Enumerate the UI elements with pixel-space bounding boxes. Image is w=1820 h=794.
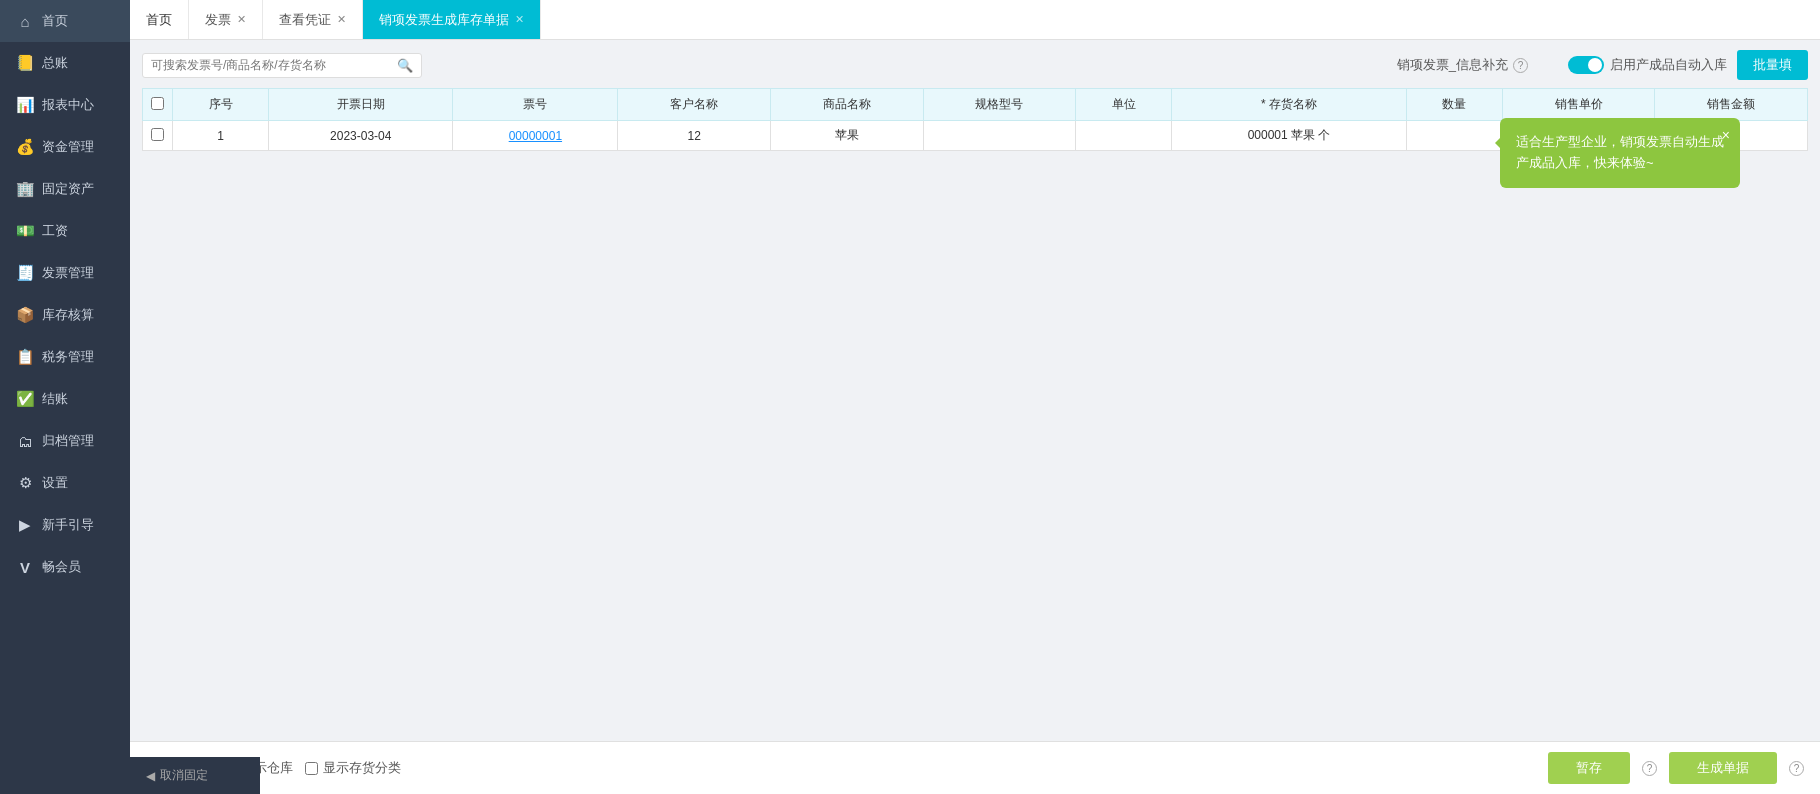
show-category-checkbox[interactable]: [305, 762, 318, 775]
tab-voucher[interactable]: 查看凭证 ✕: [263, 0, 363, 39]
sidebar-item-capital[interactable]: 💰 资金管理: [0, 126, 130, 168]
reports-icon: 📊: [16, 96, 34, 114]
search-icon: 🔍: [397, 58, 413, 73]
search-input[interactable]: [151, 58, 391, 72]
toolbar: 🔍 销项发票_信息补充 ? 启用产成品自动入库 批量填: [142, 50, 1808, 80]
header-checkbox-cell: [143, 89, 173, 121]
guide-icon: ▶: [16, 516, 34, 534]
sidebar-item-tax[interactable]: 📋 税务管理: [0, 336, 130, 378]
archive-icon: 🗂: [16, 433, 34, 450]
close-stock-tab-icon[interactable]: ✕: [515, 13, 524, 26]
sidebar-item-label: 首页: [42, 12, 68, 30]
tooltip-text: 适合生产型企业，销项发票自动生成产成品入库，快来体验~: [1516, 134, 1724, 170]
sidebar-item-settlement[interactable]: ✅ 结账: [0, 378, 130, 420]
cell-product: 苹果: [771, 121, 924, 151]
cancel-pin-button[interactable]: ◀ 取消固定: [130, 757, 260, 794]
bottom-bar: 列表配置： 显示仓库 显示存货分类 暂存 ? 生成单据 ?: [130, 741, 1820, 794]
cell-inventory: 000001 苹果 个: [1172, 121, 1406, 151]
tooltip-popup: × 适合生产型企业，销项发票自动生成产成品入库，快来体验~: [1500, 118, 1740, 188]
tab-bar: 首页 发票 ✕ 查看凭证 ✕ 销项发票生成库存单据 ✕: [130, 0, 1820, 40]
header-customer: 客户名称: [618, 89, 771, 121]
header-inventory: * 存货名称: [1172, 89, 1406, 121]
generate-info-icon[interactable]: ?: [1789, 761, 1804, 776]
invoice-icon: 🧾: [16, 264, 34, 282]
sidebar-item-label: 工资: [42, 222, 68, 240]
close-invoice-tab-icon[interactable]: ✕: [237, 13, 246, 26]
sidebar-item-label: 税务管理: [42, 348, 94, 366]
save-button[interactable]: 暂存: [1548, 752, 1630, 784]
cancel-pin-icon: ◀: [146, 769, 155, 783]
cell-spec: [923, 121, 1076, 151]
header-seq: 序号: [173, 89, 269, 121]
sidebar-item-label: 归档管理: [42, 432, 94, 450]
search-container: 🔍: [142, 53, 422, 78]
sidebar-item-reports[interactable]: 📊 报表中心: [0, 84, 130, 126]
cell-qty: [1406, 121, 1502, 151]
member-icon: V: [16, 559, 34, 576]
sidebar-item-invoice[interactable]: 🧾 发票管理: [0, 252, 130, 294]
sidebar-item-label: 设置: [42, 474, 68, 492]
sidebar: ⌂ 首页 📒 总账 📊 报表中心 💰 资金管理 🏢 固定资产 💵 工资 🧾 发票…: [0, 0, 130, 794]
header-unit: 单位: [1076, 89, 1172, 121]
generate-button[interactable]: 生成单据: [1669, 752, 1777, 784]
sidebar-item-home[interactable]: ⌂ 首页: [0, 0, 130, 42]
sidebar-item-payroll[interactable]: 💵 工资: [0, 210, 130, 252]
sidebar-item-guide[interactable]: ▶ 新手引导: [0, 504, 130, 546]
auto-warehouse-toggle[interactable]: [1568, 56, 1604, 74]
sidebar-item-label: 报表中心: [42, 96, 94, 114]
cell-unit: [1076, 121, 1172, 151]
toggle-area: 启用产成品自动入库: [1568, 56, 1727, 74]
tab-home[interactable]: 首页: [130, 0, 189, 39]
header-product: 商品名称: [771, 89, 924, 121]
tooltip-close-icon[interactable]: ×: [1722, 124, 1730, 146]
header-qty: 数量: [1406, 89, 1502, 121]
tax-icon: 📋: [16, 348, 34, 366]
sidebar-item-assets[interactable]: 🏢 固定资产: [0, 168, 130, 210]
row-checkbox-cell: [143, 121, 173, 151]
assets-icon: 🏢: [16, 180, 34, 198]
cell-seq: 1: [173, 121, 269, 151]
close-voucher-tab-icon[interactable]: ✕: [337, 13, 346, 26]
home-icon: ⌂: [16, 13, 34, 30]
main-area: 首页 发票 ✕ 查看凭证 ✕ 销项发票生成库存单据 ✕ 🔍 销项发票_信息补充 …: [130, 0, 1820, 794]
ledger-icon: 📒: [16, 54, 34, 72]
cell-customer: 12: [618, 121, 771, 151]
sidebar-item-member[interactable]: V 畅会员: [0, 546, 130, 588]
cell-ticket-no[interactable]: 00000001: [453, 121, 618, 151]
sidebar-item-label: 总账: [42, 54, 68, 72]
sidebar-item-label: 结账: [42, 390, 68, 408]
batch-fill-button[interactable]: 批量填: [1737, 50, 1808, 80]
sidebar-item-label: 固定资产: [42, 180, 94, 198]
header-spec: 规格型号: [923, 89, 1076, 121]
table-header: 序号 开票日期 票号 客户名称 商品名称 规格型号 单位 * 存货名称 数量 销…: [143, 89, 1808, 121]
row-checkbox[interactable]: [151, 128, 164, 141]
sidebar-item-label: 畅会员: [42, 558, 81, 576]
header-unit-price: 销售单价: [1502, 89, 1655, 121]
header-ticket-no: 票号: [453, 89, 618, 121]
show-category-label[interactable]: 显示存货分类: [305, 759, 401, 777]
cell-date: 2023-03-04: [269, 121, 453, 151]
sidebar-item-label: 新手引导: [42, 516, 94, 534]
sidebar-item-ledger[interactable]: 📒 总账: [0, 42, 130, 84]
header-date: 开票日期: [269, 89, 453, 121]
tab-invoice[interactable]: 发票 ✕: [189, 0, 263, 39]
settings-icon: ⚙: [16, 474, 34, 492]
info-icon[interactable]: ?: [1513, 58, 1528, 73]
save-info-icon[interactable]: ?: [1642, 761, 1657, 776]
sidebar-item-label: 库存核算: [42, 306, 94, 324]
sidebar-item-label: 发票管理: [42, 264, 94, 282]
bottom-buttons: 暂存 ? 生成单据 ?: [1548, 752, 1804, 784]
settlement-icon: ✅: [16, 390, 34, 408]
sidebar-item-label: 资金管理: [42, 138, 94, 156]
tab-stock-form[interactable]: 销项发票生成库存单据 ✕: [363, 0, 541, 39]
select-all-checkbox[interactable]: [151, 97, 164, 110]
inventory-icon: 📦: [16, 306, 34, 324]
header-amount: 销售金额: [1655, 89, 1808, 121]
capital-icon: 💰: [16, 138, 34, 156]
sidebar-item-inventory[interactable]: 📦 库存核算: [0, 294, 130, 336]
info-label: 销项发票_信息补充 ?: [1397, 56, 1528, 74]
sidebar-item-archive[interactable]: 🗂 归档管理: [0, 420, 130, 462]
payroll-icon: 💵: [16, 222, 34, 240]
sidebar-item-settings[interactable]: ⚙ 设置: [0, 462, 130, 504]
